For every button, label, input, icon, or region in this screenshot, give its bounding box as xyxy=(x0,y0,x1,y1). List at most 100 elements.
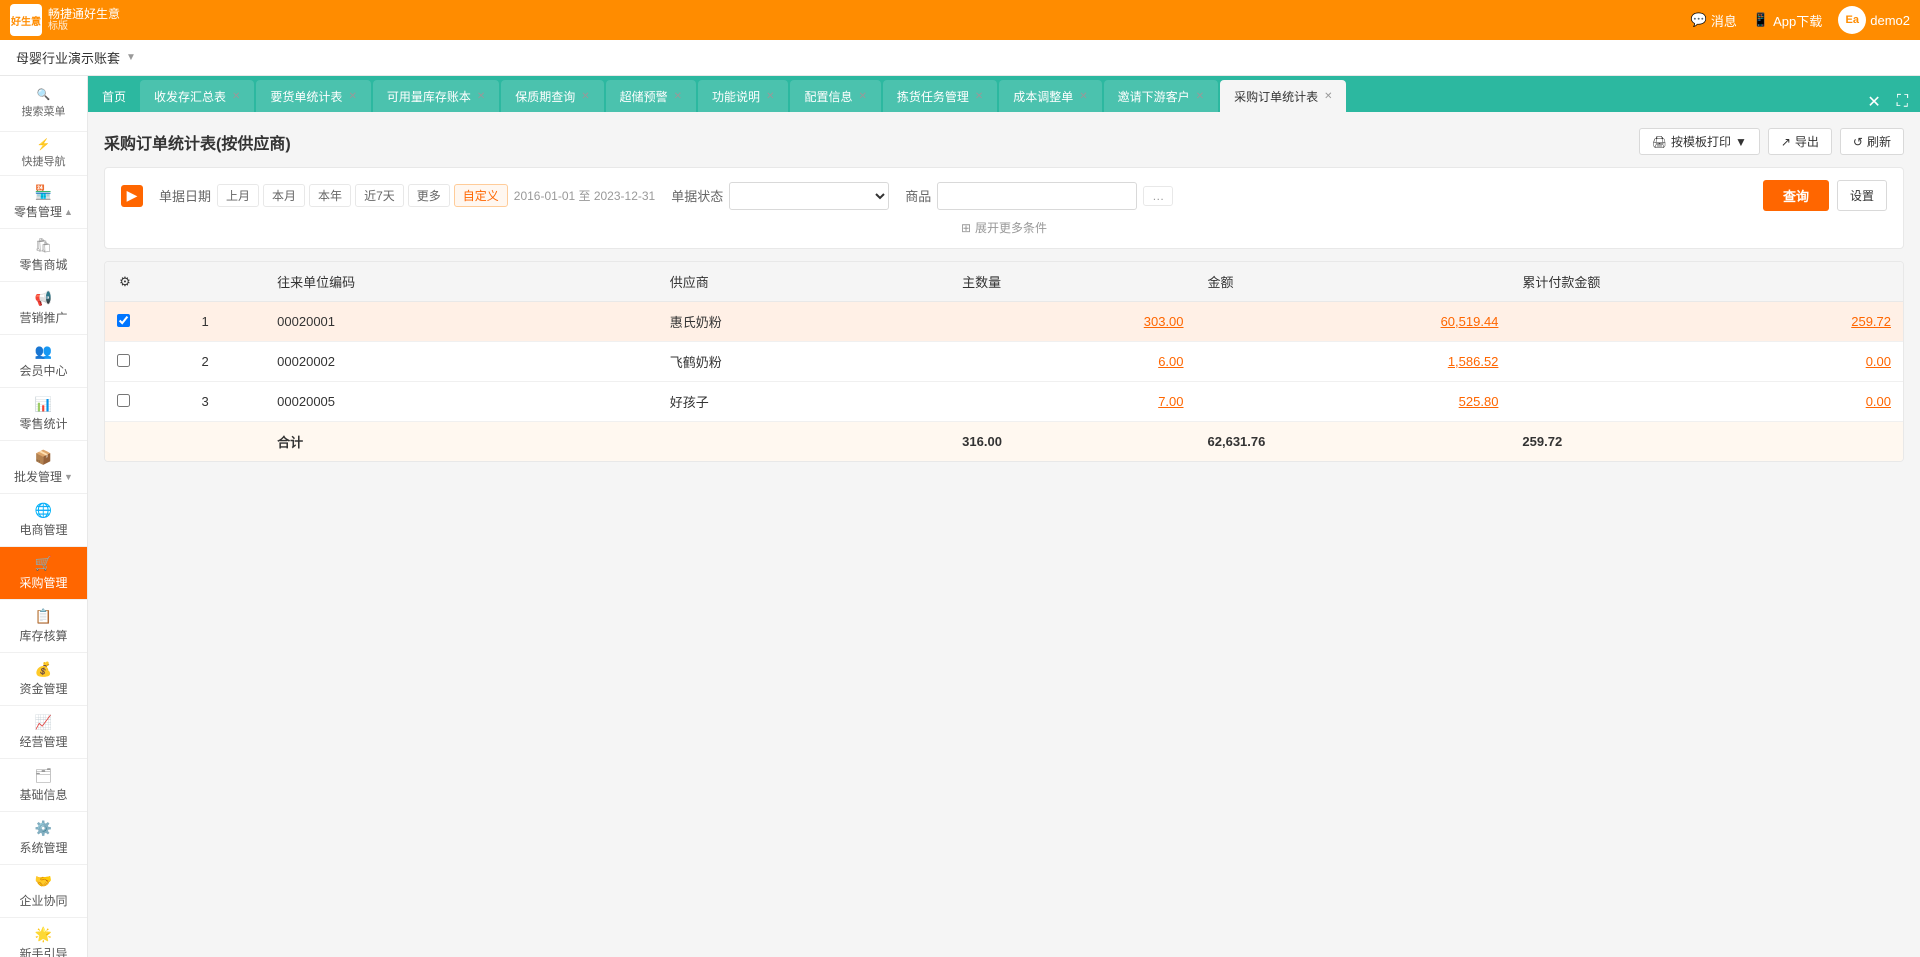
row-index: 2 xyxy=(145,342,265,382)
row-amount[interactable]: 1,586.52 xyxy=(1196,342,1511,382)
row-unit-code: 00020001 xyxy=(265,302,658,342)
row-quantity[interactable]: 303.00 xyxy=(950,302,1195,342)
search-menu-button[interactable]: 🔍 搜索菜单 xyxy=(6,84,81,123)
sidebar-item-enterprise-collab[interactable]: 🤝 企业协同 xyxy=(0,865,87,918)
more-filters-button[interactable]: … xyxy=(1143,186,1173,206)
table-row[interactable]: 3 00020005 好孩子 7.00 525.80 0.00 xyxy=(105,382,1903,422)
expand-conditions-button[interactable]: ⊞ 展开更多条件 xyxy=(961,219,1047,236)
tab-close-goods-stats[interactable]: ✕ xyxy=(348,91,356,102)
row-supplier: 惠氏奶粉 xyxy=(658,302,950,342)
col-supplier: 供应商 xyxy=(658,262,950,302)
sidebar-item-retail-mall[interactable]: 🛍 零售商城 xyxy=(0,229,87,282)
column-settings-icon[interactable]: ⚙ xyxy=(119,274,131,289)
sidebar-item-marketing[interactable]: 📢 营销推广 xyxy=(0,282,87,335)
table-footer: 合计 316.00 62,631.76 259.72 xyxy=(105,422,1903,462)
tab-close-available-stock[interactable]: ✕ xyxy=(477,91,485,102)
table-row[interactable]: 2 00020002 飞鹤奶粉 6.00 1,586.52 0.00 xyxy=(105,342,1903,382)
tab-purchase-stats[interactable]: 采购订单统计表 ✕ xyxy=(1220,80,1346,112)
date-btn-last-month[interactable]: 上月 xyxy=(217,184,259,207)
message-icon: 💬 xyxy=(1691,12,1707,28)
date-btn-7days[interactable]: 近7天 xyxy=(355,184,404,207)
print-arrow-icon: ▼ xyxy=(1735,135,1747,149)
tab-goods-stats[interactable]: 要货单统计表 ✕ xyxy=(256,80,370,112)
close-tab-button[interactable]: ✕ xyxy=(1863,92,1884,112)
date-btn-this-year[interactable]: 本年 xyxy=(309,184,351,207)
table-row[interactable]: 1 00020001 惠氏奶粉 303.00 60,519.44 259.72 xyxy=(105,302,1903,342)
row-checkbox[interactable] xyxy=(105,382,145,422)
tab-close-func-desc[interactable]: ✕ xyxy=(766,91,774,102)
sidebar-item-finance[interactable]: 💰 资金管理 xyxy=(0,653,87,706)
export-icon: ↗ xyxy=(1781,135,1791,149)
refresh-button[interactable]: ↺ 刷新 xyxy=(1840,128,1904,155)
tab-close-cost-adjust[interactable]: ✕ xyxy=(1079,91,1087,102)
row-quantity[interactable]: 7.00 xyxy=(950,382,1195,422)
date-btn-this-month[interactable]: 本月 xyxy=(263,184,305,207)
tab-available-stock[interactable]: 可用量库存账本 ✕ xyxy=(373,80,499,112)
tab-cost-adjust[interactable]: 成本调整单 ✕ xyxy=(999,80,1101,112)
collab-icon: 🤝 xyxy=(35,873,52,890)
nav-icon: ⚡ xyxy=(37,138,51,151)
avatar: Ea xyxy=(1838,6,1866,34)
tab-close-invite-customer[interactable]: ✕ xyxy=(1196,91,1204,102)
sidebar-item-member-center[interactable]: 👥 会员中心 xyxy=(0,335,87,388)
app-download-btn[interactable]: 📱 App下载 xyxy=(1753,11,1822,30)
row-index: 1 xyxy=(145,302,265,342)
date-btn-more[interactable]: 更多 xyxy=(408,184,450,207)
row-quantity[interactable]: 6.00 xyxy=(950,342,1195,382)
sidebar-item-newbie[interactable]: 🌟 新手引导 xyxy=(0,918,87,957)
tab-home[interactable]: 首页 xyxy=(88,80,140,112)
row-paid-amount[interactable]: 0.00 xyxy=(1510,382,1903,422)
goods-input[interactable] xyxy=(937,182,1137,210)
quick-nav-button[interactable]: ⚡ 快捷导航 xyxy=(0,132,87,176)
col-quantity: 主数量 xyxy=(950,262,1195,302)
table-container: ⚙ 往来单位编码 供应商 主数量 金额 累计付款金额 1 00020001 xyxy=(104,261,1904,462)
finance-icon: 💰 xyxy=(35,661,52,678)
print-button[interactable]: 🖨 按模板打印 ▼ xyxy=(1639,128,1760,155)
content-area: 首页 收发存汇总表 ✕ 要货单统计表 ✕ 可用量库存账本 ✕ 保质期查询 ✕ 超… xyxy=(88,76,1920,957)
tab-func-desc[interactable]: 功能说明 ✕ xyxy=(698,80,788,112)
tab-close-collect-pay[interactable]: ✕ xyxy=(232,91,240,102)
row-checkbox[interactable] xyxy=(105,342,145,382)
sidebar-item-retail-mgmt[interactable]: 🏪 零售管理 ▲ xyxy=(0,176,87,229)
footer-paid-amount: 259.72 xyxy=(1510,422,1903,462)
tab-invite-customer[interactable]: 邀请下游客户 ✕ xyxy=(1104,80,1218,112)
top-bar-left: 好生意 畅捷通好生意 标版 xyxy=(10,4,120,36)
sidebar-item-inventory[interactable]: 📋 库存核算 xyxy=(0,600,87,653)
export-button[interactable]: ↗ 导出 xyxy=(1768,128,1832,155)
settings-button[interactable]: 设置 xyxy=(1837,180,1887,211)
filter-area: ▶ 单据日期 上月 本月 本年 近7天 更多 自定义 2016-01-01 至 … xyxy=(104,167,1904,249)
logo-icon: 好生意 xyxy=(10,4,42,36)
col-unit-code: 往来单位编码 xyxy=(265,262,658,302)
user-menu[interactable]: Ea demo2 xyxy=(1838,6,1910,34)
row-checkbox[interactable] xyxy=(105,302,145,342)
maximize-tab-button[interactable]: ⛶ xyxy=(1893,93,1912,111)
sidebar-item-retail-stats[interactable]: 📊 零售统计 xyxy=(0,388,87,441)
sidebar-item-ecommerce[interactable]: 🌐 电商管理 xyxy=(0,494,87,547)
tab-expiry-query[interactable]: 保质期查询 ✕ xyxy=(501,80,603,112)
sidebar-item-purchase-mgmt[interactable]: 🛒 采购管理 xyxy=(0,547,87,600)
tab-close-overstock-alert[interactable]: ✕ xyxy=(674,91,682,102)
row-paid-amount[interactable]: 0.00 xyxy=(1510,342,1903,382)
tab-picking-task[interactable]: 拣货任务管理 ✕ xyxy=(883,80,997,112)
status-select[interactable] xyxy=(729,182,889,210)
message-btn[interactable]: 💬 消息 xyxy=(1691,11,1737,30)
sidebar-item-system-mgmt[interactable]: ⚙️ 系统管理 xyxy=(0,812,87,865)
row-paid-amount[interactable]: 259.72 xyxy=(1510,302,1903,342)
table-header: ⚙ 往来单位编码 供应商 主数量 金额 累计付款金额 xyxy=(105,262,1903,302)
tab-close-picking-task[interactable]: ✕ xyxy=(975,91,983,102)
tab-overstock-alert[interactable]: 超储预警 ✕ xyxy=(606,80,696,112)
filter-toggle-button[interactable]: ▶ xyxy=(121,185,143,207)
row-amount[interactable]: 525.80 xyxy=(1196,382,1511,422)
row-supplier: 好孩子 xyxy=(658,382,950,422)
tab-config-info[interactable]: 配置信息 ✕ xyxy=(790,80,880,112)
sidebar-item-operations[interactable]: 📈 经营管理 xyxy=(0,706,87,759)
workspace-selector[interactable]: 母婴行业演示账套 ▼ xyxy=(16,48,136,67)
tab-close-config-info[interactable]: ✕ xyxy=(858,91,866,102)
tab-close-purchase-stats[interactable]: ✕ xyxy=(1324,91,1332,102)
sidebar-item-basic-info[interactable]: 🗂 基础信息 xyxy=(0,759,87,812)
sidebar-item-wholesale-mgmt[interactable]: 📦 批发管理 ▼ xyxy=(0,441,87,494)
query-button[interactable]: 查询 xyxy=(1763,180,1829,211)
tab-close-expiry-query[interactable]: ✕ xyxy=(581,91,589,102)
row-amount[interactable]: 60,519.44 xyxy=(1196,302,1511,342)
tab-collect-pay[interactable]: 收发存汇总表 ✕ xyxy=(140,80,254,112)
